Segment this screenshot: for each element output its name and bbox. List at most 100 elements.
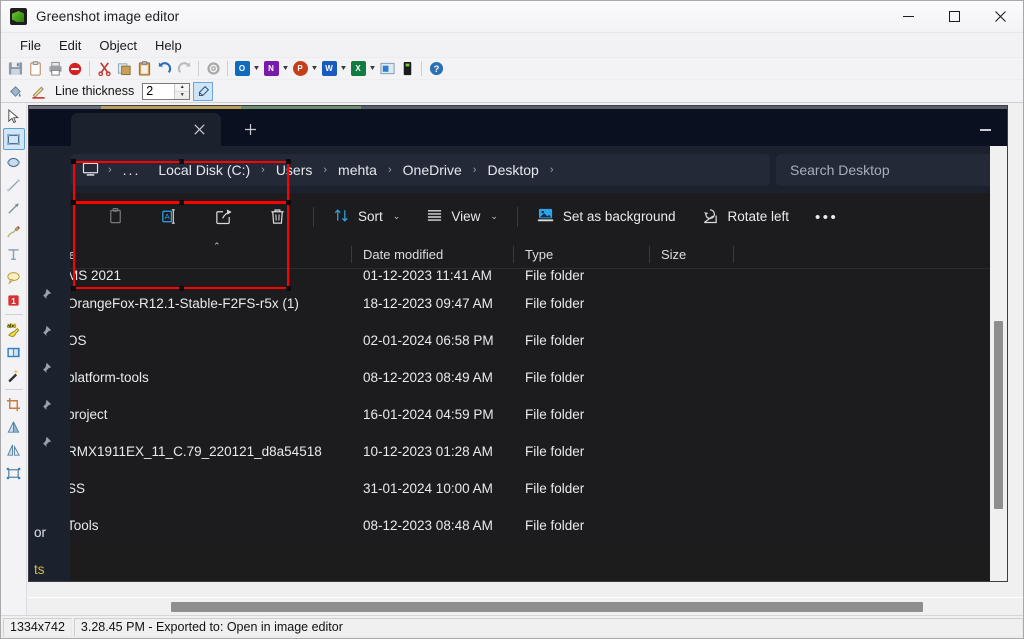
tool-effects[interactable] xyxy=(3,364,25,386)
color-picker-button[interactable] xyxy=(193,81,214,101)
print-icon[interactable] xyxy=(45,59,65,79)
pin-icon[interactable] xyxy=(38,325,52,344)
powerpoint-export-icon[interactable]: P xyxy=(290,59,310,79)
copy-to-clipboard-icon[interactable] xyxy=(25,59,45,79)
svg-text:1: 1 xyxy=(11,295,16,305)
table-row[interactable]: platform-tools 08-12-2023 08:49 AM File … xyxy=(29,359,1007,396)
nav-item-partial-1[interactable]: or xyxy=(34,525,46,540)
fill-bucket-icon[interactable] xyxy=(5,81,25,101)
onenote-export-icon[interactable]: N xyxy=(261,59,281,79)
redo-icon[interactable] xyxy=(174,59,194,79)
menu-object[interactable]: Object xyxy=(90,35,146,56)
menu-help[interactable]: Help xyxy=(146,35,191,56)
minimize-button[interactable] xyxy=(885,1,931,33)
view-button[interactable]: View ⌄ xyxy=(417,200,507,234)
stepper-up-icon[interactable]: ▲ xyxy=(175,84,190,92)
line-thickness-input[interactable] xyxy=(143,83,175,99)
explorer-scrollbar-thumb[interactable] xyxy=(994,321,1003,509)
explorer-scrollbar[interactable] xyxy=(990,146,1007,581)
pin-icon[interactable] xyxy=(38,288,52,307)
maximize-button[interactable] xyxy=(931,1,977,33)
editor-canvas[interactable]: › ... Local Disk (C:) › Users › mehta › … xyxy=(27,103,1023,597)
column-header-type[interactable]: Type xyxy=(513,240,649,269)
outlook-dropdown-icon[interactable] xyxy=(252,59,261,79)
rename-icon[interactable]: A xyxy=(149,200,189,234)
breadcrumb-mehta[interactable]: mehta xyxy=(329,158,386,182)
line-thickness-stepper[interactable]: ▲ ▼ xyxy=(142,82,191,100)
tool-highlight[interactable]: abc xyxy=(3,318,25,340)
delete-icon[interactable] xyxy=(257,200,297,234)
cut-icon[interactable] xyxy=(94,59,114,79)
breadcrumb-desktop[interactable]: Desktop xyxy=(478,158,547,182)
tool-crop[interactable] xyxy=(3,393,25,415)
tool-ellipse[interactable] xyxy=(3,151,25,173)
word-dropdown-icon[interactable] xyxy=(339,59,348,79)
stepper-down-icon[interactable]: ▼ xyxy=(175,92,189,99)
table-row[interactable]: project 16-01-2024 04:59 PM File folder xyxy=(29,396,1007,433)
pin-icon[interactable] xyxy=(38,362,52,381)
breadcrumb-overflow[interactable]: ... xyxy=(114,158,150,182)
help-icon[interactable]: ? xyxy=(426,59,446,79)
toolbar-separator-1 xyxy=(89,61,90,76)
menu-file[interactable]: File xyxy=(11,35,50,56)
tool-counter[interactable]: 1 xyxy=(3,289,25,311)
save-icon[interactable] xyxy=(5,59,25,79)
table-row[interactable]: OrangeFox-R12.1-Stable-F2FS-r5x (1) 18-1… xyxy=(29,285,1007,322)
tool-speech-bubble[interactable] xyxy=(3,266,25,288)
more-options-button[interactable]: ••• xyxy=(806,200,847,234)
explorer-minimize-button[interactable] xyxy=(963,114,1007,146)
excel-export-icon[interactable]: X xyxy=(348,59,368,79)
tool-line[interactable] xyxy=(3,174,25,196)
paste-icon[interactable] xyxy=(95,200,135,234)
pin-icon[interactable] xyxy=(38,399,52,418)
explorer-tab[interactable] xyxy=(71,113,221,146)
breadcrumb-users[interactable]: Users xyxy=(267,158,322,182)
paste-icon[interactable] xyxy=(134,59,154,79)
table-row[interactable]: RMX1911EX_11_C.79_220121_d8a54518 10-12-… xyxy=(29,433,1007,470)
breadcrumb-onedrive[interactable]: OneDrive xyxy=(394,158,471,182)
open-in-editor-icon[interactable] xyxy=(377,59,397,79)
sort-button[interactable]: Sort ⌄ xyxy=(324,200,409,234)
tool-rotate-ccw[interactable] xyxy=(3,416,25,438)
tool-rectangle[interactable] xyxy=(2,128,25,150)
table-row[interactable]: SS 31-01-2024 10:00 AM File folder xyxy=(29,470,1007,507)
outlook-export-icon[interactable]: O xyxy=(232,59,252,79)
tool-arrow[interactable] xyxy=(3,197,25,219)
open-in-explorer-icon[interactable] xyxy=(397,59,417,79)
search-input[interactable]: Search Desktop xyxy=(776,153,1001,186)
undo-icon[interactable] xyxy=(154,59,174,79)
column-header-name[interactable]: Name ⌃ xyxy=(29,240,351,269)
canvas-horizontal-scrollbar[interactable] xyxy=(27,597,1023,615)
column-header-date[interactable]: Date modified xyxy=(351,240,513,269)
canvas-scrollbar-thumb[interactable] xyxy=(171,602,923,612)
close-button[interactable] xyxy=(977,1,1023,33)
table-row[interactable]: Tools 08-12-2023 08:48 AM File folder xyxy=(29,507,1007,544)
close-icon[interactable] xyxy=(189,120,209,140)
tool-freehand-pen[interactable] xyxy=(3,220,25,242)
nav-item-partial-2[interactable]: ts xyxy=(34,562,45,577)
powerpoint-dropdown-icon[interactable] xyxy=(310,59,319,79)
excel-dropdown-icon[interactable] xyxy=(368,59,377,79)
plus-icon[interactable] xyxy=(235,115,265,143)
tool-obfuscate[interactable] xyxy=(3,341,25,363)
onenote-dropdown-icon[interactable] xyxy=(281,59,290,79)
rotate-left-button[interactable]: Rotate left xyxy=(692,200,798,234)
word-export-icon[interactable]: W xyxy=(319,59,339,79)
settings-icon[interactable] xyxy=(203,59,223,79)
breadcrumb-local-disk[interactable]: Local Disk (C:) xyxy=(149,158,259,182)
column-header-size[interactable]: Size xyxy=(649,240,733,269)
share-icon[interactable] xyxy=(203,200,243,234)
tool-text[interactable] xyxy=(3,243,25,265)
pin-icon[interactable] xyxy=(38,436,52,455)
table-row[interactable]: OS 02-01-2024 06:58 PM File folder xyxy=(29,322,1007,359)
destroy-icon[interactable] xyxy=(65,59,85,79)
tool-rotate-cw[interactable] xyxy=(3,439,25,461)
tool-resize[interactable] xyxy=(3,462,25,484)
stepper-arrows[interactable]: ▲ ▼ xyxy=(174,83,190,99)
pencil-icon[interactable] xyxy=(28,81,48,101)
menu-edit[interactable]: Edit xyxy=(50,35,90,56)
copy-icon[interactable] xyxy=(114,59,134,79)
set-as-background-button[interactable]: Set as background xyxy=(528,200,685,234)
tool-select[interactable] xyxy=(3,105,25,127)
this-pc-icon[interactable] xyxy=(75,158,106,181)
